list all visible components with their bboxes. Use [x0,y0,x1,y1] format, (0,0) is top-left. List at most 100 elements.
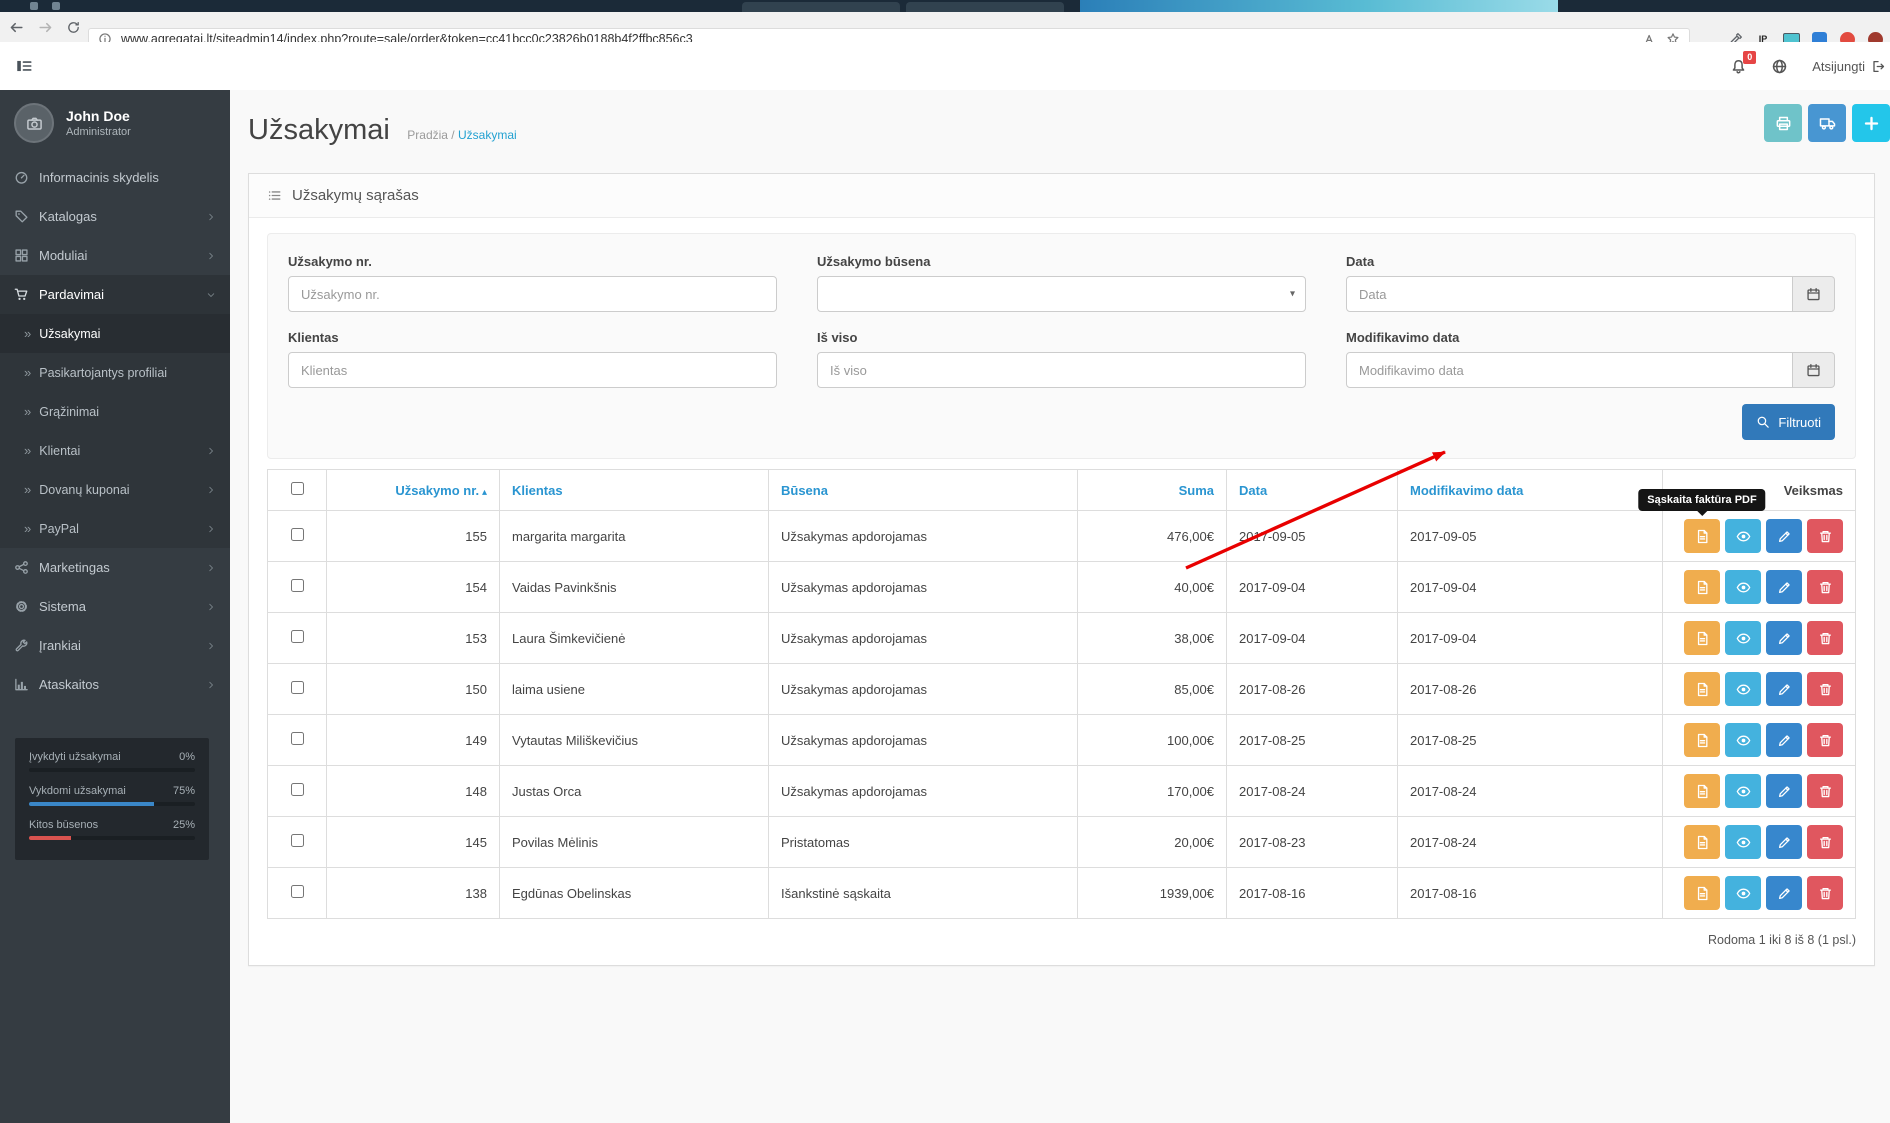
delete-button[interactable] [1807,672,1843,706]
browser-tab[interactable] [906,2,1064,12]
breadcrumb-current[interactable]: Užsakymai [458,128,517,142]
view-button[interactable] [1725,621,1761,655]
row-checkbox[interactable] [290,885,304,898]
view-button[interactable] [1725,876,1761,910]
sidebar-item-system[interactable]: Sistema [0,587,230,626]
view-button[interactable] [1725,672,1761,706]
sidebar-item-catalog[interactable]: Katalogas [0,197,230,236]
invoice-pdf-button[interactable] [1684,621,1720,655]
sidebar-subitem-orders[interactable]: » Užsakymai [0,314,230,353]
filter-input-total[interactable] [817,352,1306,388]
invoice-pdf-button[interactable] [1684,570,1720,604]
edit-button[interactable] [1766,519,1802,553]
sidebar-item-modules[interactable]: Moduliai [0,236,230,275]
modules-icon [14,248,29,263]
select-all-checkbox[interactable] [290,482,304,495]
edit-button[interactable] [1766,672,1802,706]
notifications-button[interactable]: 0 [1730,50,1757,75]
delete-button[interactable] [1807,825,1843,859]
edit-button[interactable] [1766,723,1802,757]
forward-button[interactable] [37,19,54,36]
sidebar-item-marketing[interactable]: Marketingas [0,548,230,587]
sort-link-order-no[interactable]: Užsakymo nr. [395,483,479,498]
view-button[interactable] [1725,570,1761,604]
invoice-pdf-button[interactable] [1684,876,1720,910]
delete-button[interactable] [1807,876,1843,910]
row-checkbox[interactable] [290,528,304,541]
sidebar-subitem-gift-vouchers[interactable]: » Dovanų kuponai [0,470,230,509]
sidebar-subitem-customers[interactable]: » Klientai [0,431,230,470]
invoice-pdf-button[interactable]: Sąskaita faktūra PDF [1638,489,1766,553]
calendar-button[interactable] [1793,276,1835,312]
row-checkbox[interactable] [290,834,304,847]
row-checkbox[interactable] [290,681,304,694]
filter-input-customer[interactable] [288,352,777,388]
chart-icon [14,677,29,692]
view-button[interactable] [1725,519,1761,553]
browser-tab[interactable] [742,2,900,12]
filter-button[interactable]: Filtruoti [1742,404,1835,440]
delete-button[interactable] [1807,723,1843,757]
sidebar-item-dashboard[interactable]: Informacinis skydelis [0,158,230,197]
filter-select-order-status[interactable] [817,276,1306,312]
sort-link-customer[interactable]: Klientas [512,483,563,498]
row-checkbox[interactable] [290,630,304,643]
sort-link-date-added[interactable]: Data [1239,483,1267,498]
add-order-button[interactable] [1852,104,1890,142]
browser-tab-active[interactable] [1080,0,1558,12]
cell-order-no: 148 [326,765,500,817]
delete-button[interactable] [1807,621,1843,655]
pencil-icon [1777,580,1792,595]
cell-order-no: 138 [326,867,500,919]
delete-button[interactable] [1807,774,1843,808]
sidebar-subitem-recurring-profiles[interactable]: » Pasikartojantys profiliai [0,353,230,392]
reload-button[interactable] [66,20,81,35]
shipping-list-button[interactable] [1808,104,1846,142]
menu-toggle-button[interactable] [10,53,38,79]
row-checkbox[interactable] [290,579,304,592]
calendar-button[interactable] [1793,352,1835,388]
sort-link-total[interactable]: Suma [1179,483,1214,498]
cell-total: 476,00€ [1077,510,1227,562]
sidebar-item-reports[interactable]: Ataskaitos [0,665,230,704]
sidebar-subitem-returns[interactable]: » Grąžinimai [0,392,230,431]
cell-total: 1939,00€ [1077,867,1227,919]
row-checkbox[interactable] [290,783,304,796]
invoice-pdf-button[interactable] [1684,723,1720,757]
edit-button[interactable] [1766,876,1802,910]
invoice-pdf-button[interactable] [1684,672,1720,706]
sort-link-status[interactable]: Būsena [781,483,828,498]
edit-button[interactable] [1766,570,1802,604]
sidebar-subitem-paypal[interactable]: » PayPal [0,509,230,548]
cell-total: 40,00€ [1077,561,1227,613]
sidebar-item-sales[interactable]: Pardavimai [0,275,230,314]
breadcrumb-home[interactable]: Pradžia [407,128,448,142]
filter-input-order-no[interactable] [288,276,777,312]
edit-button[interactable] [1766,621,1802,655]
invoice-pdf-button[interactable] [1684,825,1720,859]
back-button[interactable] [8,19,25,36]
edit-button[interactable] [1766,825,1802,859]
trash-icon [1818,682,1833,697]
edit-button[interactable] [1766,774,1802,808]
delete-button[interactable] [1807,519,1843,553]
filter-input-date-added[interactable] [1346,276,1793,312]
filter-field-order-status: Užsakymo būsena ▾ [817,254,1306,312]
sidebar-item-tools[interactable]: Įrankiai [0,626,230,665]
delete-button[interactable] [1807,570,1843,604]
view-button[interactable] [1725,723,1761,757]
invoice-pdf-button[interactable] [1684,774,1720,808]
view-button[interactable] [1725,774,1761,808]
pinned-tab-icon[interactable] [30,2,38,10]
filter-input-date-modified[interactable] [1346,352,1793,388]
row-checkbox[interactable] [290,732,304,745]
pinned-tab-icon[interactable] [52,2,60,10]
view-button[interactable] [1725,825,1761,859]
invoice-print-button[interactable] [1764,104,1802,142]
cart-icon [14,287,29,302]
pencil-icon [1777,835,1792,850]
admin-header: 0 Atsijungti [0,42,1890,91]
storefront-globe-button[interactable] [1771,58,1788,75]
logout-button[interactable]: Atsijungti [1812,59,1888,74]
sort-link-date-modified[interactable]: Modifikavimo data [1410,483,1523,498]
